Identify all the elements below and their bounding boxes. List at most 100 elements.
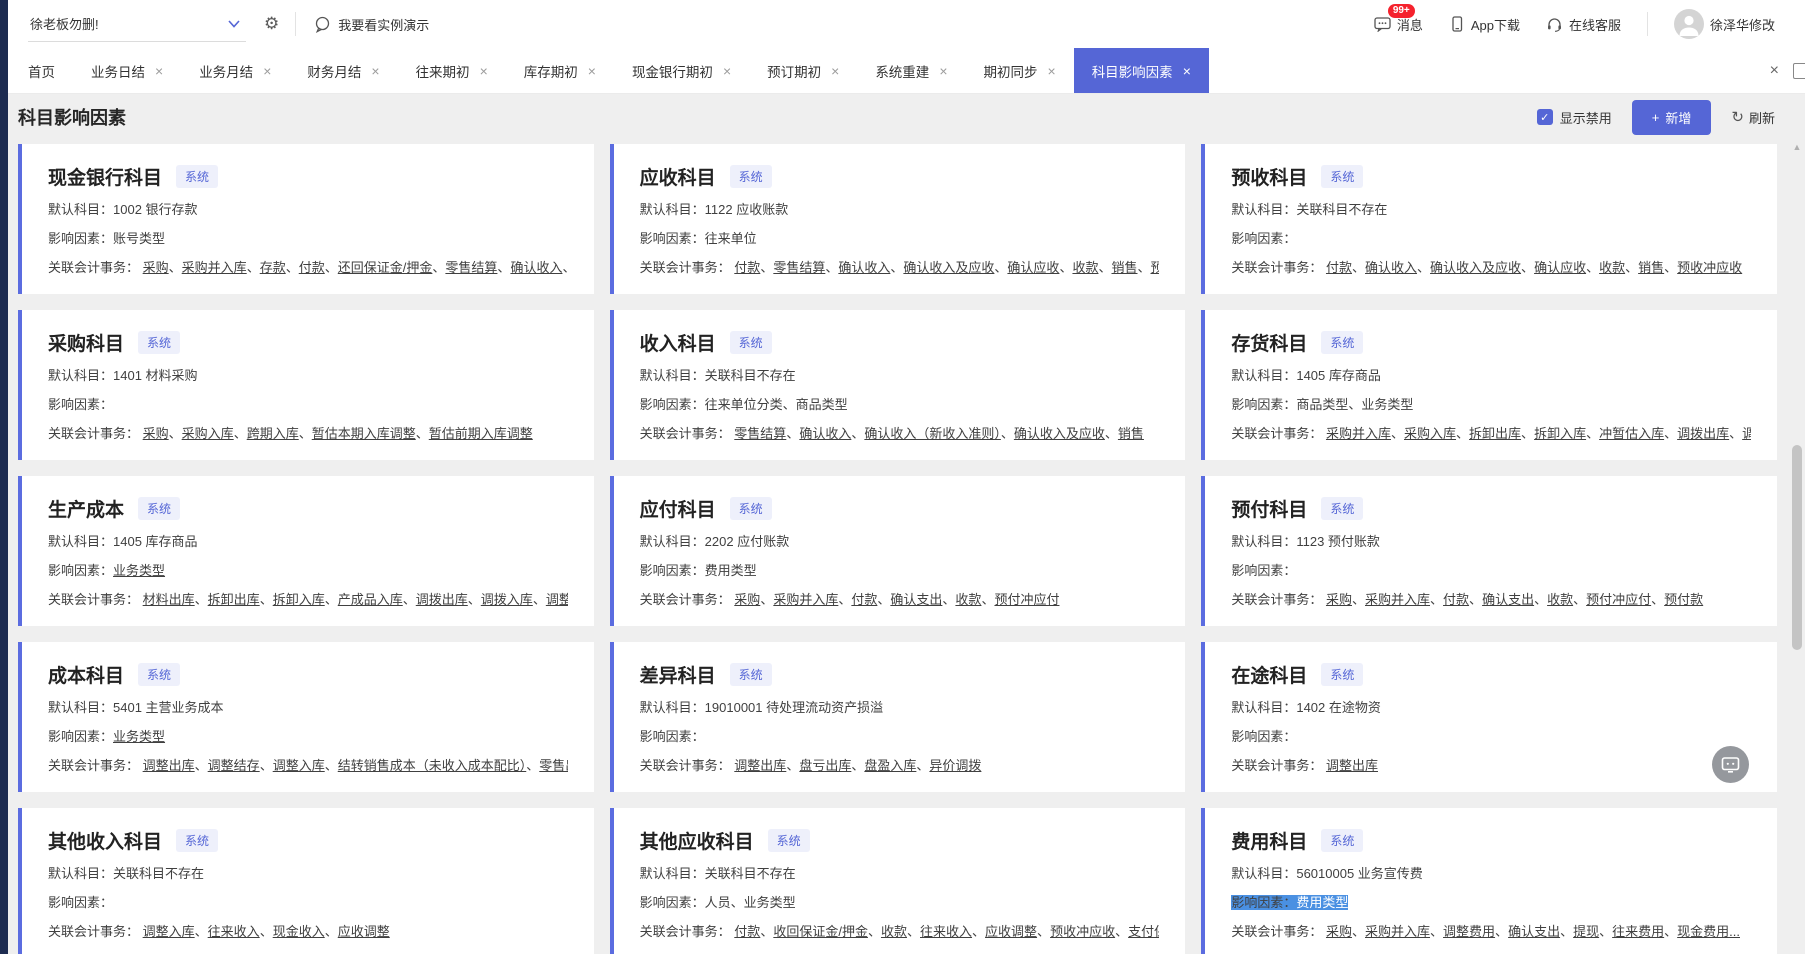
transaction-link[interactable]: 还回保证金/押金 [338, 260, 433, 275]
tab-options-icon[interactable] [1793, 62, 1805, 79]
gear-icon[interactable]: ⚙ [264, 14, 279, 34]
transaction-link[interactable]: 确认收入 [838, 260, 890, 275]
transaction-link[interactable]: 调整出库... [546, 592, 568, 607]
transaction-link[interactable]: 调拨入库 [481, 592, 533, 607]
transaction-link[interactable]: 调整出库 [143, 758, 195, 773]
transaction-link[interactable]: 采购 [143, 260, 169, 275]
transaction-link[interactable]: 确认应收 [1534, 260, 1586, 275]
transaction-link[interactable]: 冲暂估入库 [1599, 426, 1664, 441]
transaction-link[interactable]: 往来收入 [208, 924, 260, 939]
transaction-link[interactable]: 采购入库 [1404, 426, 1456, 441]
transaction-link[interactable]: 付款 [1443, 592, 1469, 607]
demo-link[interactable]: 我要看实例演示 [314, 15, 429, 34]
tab-10[interactable]: 科目影响因素 × [1073, 48, 1209, 93]
app-download-button[interactable]: App下载 [1449, 15, 1520, 34]
tab-close-icon[interactable]: × [480, 64, 488, 78]
transaction-link[interactable]: 预付冲应付 [994, 592, 1059, 607]
transaction-link[interactable]: 确认收入及应收 [903, 260, 994, 275]
transaction-link[interactable]: 付款 [299, 260, 325, 275]
transaction-link[interactable]: 确认支出 [1482, 592, 1534, 607]
tab-close-icon[interactable]: × [155, 64, 163, 78]
tab-8[interactable]: 系统重建 × [857, 48, 965, 93]
transaction-link[interactable]: 预收冲... [1151, 260, 1160, 275]
transaction-link[interactable]: 采购 [143, 426, 169, 441]
transaction-link[interactable]: 预付款 [1664, 592, 1703, 607]
transaction-link[interactable]: 调整出库 [734, 758, 786, 773]
transaction-link[interactable]: 收款 [1547, 592, 1573, 607]
transaction-link[interactable]: 跨期入库 [247, 426, 299, 441]
transaction-link[interactable]: 材料出库 [143, 592, 195, 607]
transaction-link[interactable]: 调拨出库 [1677, 426, 1729, 441]
show-disabled-checkbox[interactable]: ✓ 显示禁用 [1536, 108, 1612, 127]
transaction-link[interactable]: 销售 [1111, 260, 1137, 275]
tab-9[interactable]: 期初同步 × [966, 48, 1074, 93]
tab-6[interactable]: 现金银行期初 × [614, 48, 749, 93]
transaction-link[interactable]: 采购并入库 [1365, 592, 1430, 607]
transaction-link[interactable]: 销售 [1118, 426, 1144, 441]
transaction-link[interactable]: 拆卸出库 [208, 592, 260, 607]
transaction-link[interactable]: 应收调整 [338, 924, 390, 939]
transaction-link[interactable]: 预收冲应收 [1677, 260, 1742, 275]
tab-close-icon[interactable]: × [371, 64, 379, 78]
tab-close-icon[interactable]: × [723, 64, 731, 78]
transaction-link[interactable]: 确认收入 [510, 260, 562, 275]
transaction-link[interactable]: 收款 [1072, 260, 1098, 275]
transaction-link[interactable]: 销售 [1638, 260, 1664, 275]
transaction-link[interactable]: 付款 [1326, 260, 1352, 275]
tab-5[interactable]: 库存期初 × [506, 48, 614, 93]
tab-close-icon[interactable]: × [263, 64, 271, 78]
transaction-link[interactable]: 采购并入库 [182, 260, 247, 275]
transaction-link[interactable]: 往来收入 [920, 924, 972, 939]
transaction-link[interactable]: 调拨入... [1742, 426, 1751, 441]
scroll-up-arrow[interactable]: ▲ [1791, 140, 1803, 154]
tab-1[interactable]: 业务日结 × [73, 48, 181, 93]
transaction-link[interactable]: 采购 [1326, 592, 1352, 607]
refresh-button[interactable]: ↻ 刷新 [1731, 108, 1775, 127]
transaction-link[interactable]: 收款 [955, 592, 981, 607]
tab-home[interactable]: 首页 [10, 48, 73, 93]
transaction-link[interactable]: 零售结算 [734, 426, 786, 441]
transaction-link[interactable]: 现金费用... [1677, 924, 1740, 939]
transaction-link[interactable]: 拆卸入库 [1534, 426, 1586, 441]
transaction-link[interactable]: 提现 [1573, 924, 1599, 939]
transaction-link[interactable]: 采购并入库 [1365, 924, 1430, 939]
transaction-link[interactable]: 产成品入库 [338, 592, 403, 607]
transaction-link[interactable]: 收款 [1599, 260, 1625, 275]
tab-7[interactable]: 预订期初 × [749, 48, 857, 93]
transaction-link[interactable]: 暂估前期入库调整 [429, 426, 533, 441]
transaction-link[interactable]: 采购 [734, 592, 760, 607]
transaction-link[interactable]: 确认收入 [799, 426, 851, 441]
online-service-button[interactable]: 在线客服 [1546, 15, 1621, 34]
factor-value[interactable]: 业务类型 [113, 563, 165, 578]
transaction-link[interactable]: 调整出库 [1326, 758, 1378, 773]
transaction-link[interactable]: 确认收入 [1365, 260, 1417, 275]
transaction-link[interactable]: 预付冲应付 [1586, 592, 1651, 607]
transaction-link[interactable]: 应收调整 [985, 924, 1037, 939]
tab-close-icon[interactable]: × [1048, 64, 1056, 78]
transaction-link[interactable]: 支付保证金... [1128, 924, 1159, 939]
transaction-link[interactable]: 零售结算 [445, 260, 497, 275]
messages-button[interactable]: 99+ 消息 [1374, 3, 1423, 34]
transaction-link[interactable]: 确认应收 [1007, 260, 1059, 275]
factor-value[interactable]: 业务类型 [113, 729, 165, 744]
user-menu[interactable]: 徐泽华修改 [1673, 9, 1775, 39]
tab-close-icon[interactable]: × [588, 64, 596, 78]
close-tabs-icon[interactable]: × [1770, 62, 1779, 80]
transaction-link[interactable]: 异价调拨 [929, 758, 981, 773]
transaction-link[interactable]: 采购 [1326, 924, 1352, 939]
transaction-link[interactable]: 确认支出 [1508, 924, 1560, 939]
transaction-link[interactable]: 存款 [260, 260, 286, 275]
tab-close-icon[interactable]: × [1183, 64, 1191, 78]
transaction-link[interactable]: 拆卸入库 [273, 592, 325, 607]
transaction-link[interactable]: 结转销售成本（未收入成本配比） [338, 758, 527, 773]
transaction-link[interactable]: 确认收入及应收 [1430, 260, 1521, 275]
floating-assistant-button[interactable] [1712, 746, 1749, 783]
transaction-link[interactable]: 预收冲应收 [1050, 924, 1115, 939]
transaction-link[interactable]: 零售出库... [539, 758, 567, 773]
transaction-link[interactable]: 付款 [734, 260, 760, 275]
transaction-link[interactable]: 现金收入 [273, 924, 325, 939]
transaction-link[interactable]: 调整入库 [273, 758, 325, 773]
tab-close-icon[interactable]: × [939, 64, 947, 78]
transaction-link[interactable]: 确认支出 [890, 592, 942, 607]
transaction-link[interactable]: 付款 [734, 924, 760, 939]
